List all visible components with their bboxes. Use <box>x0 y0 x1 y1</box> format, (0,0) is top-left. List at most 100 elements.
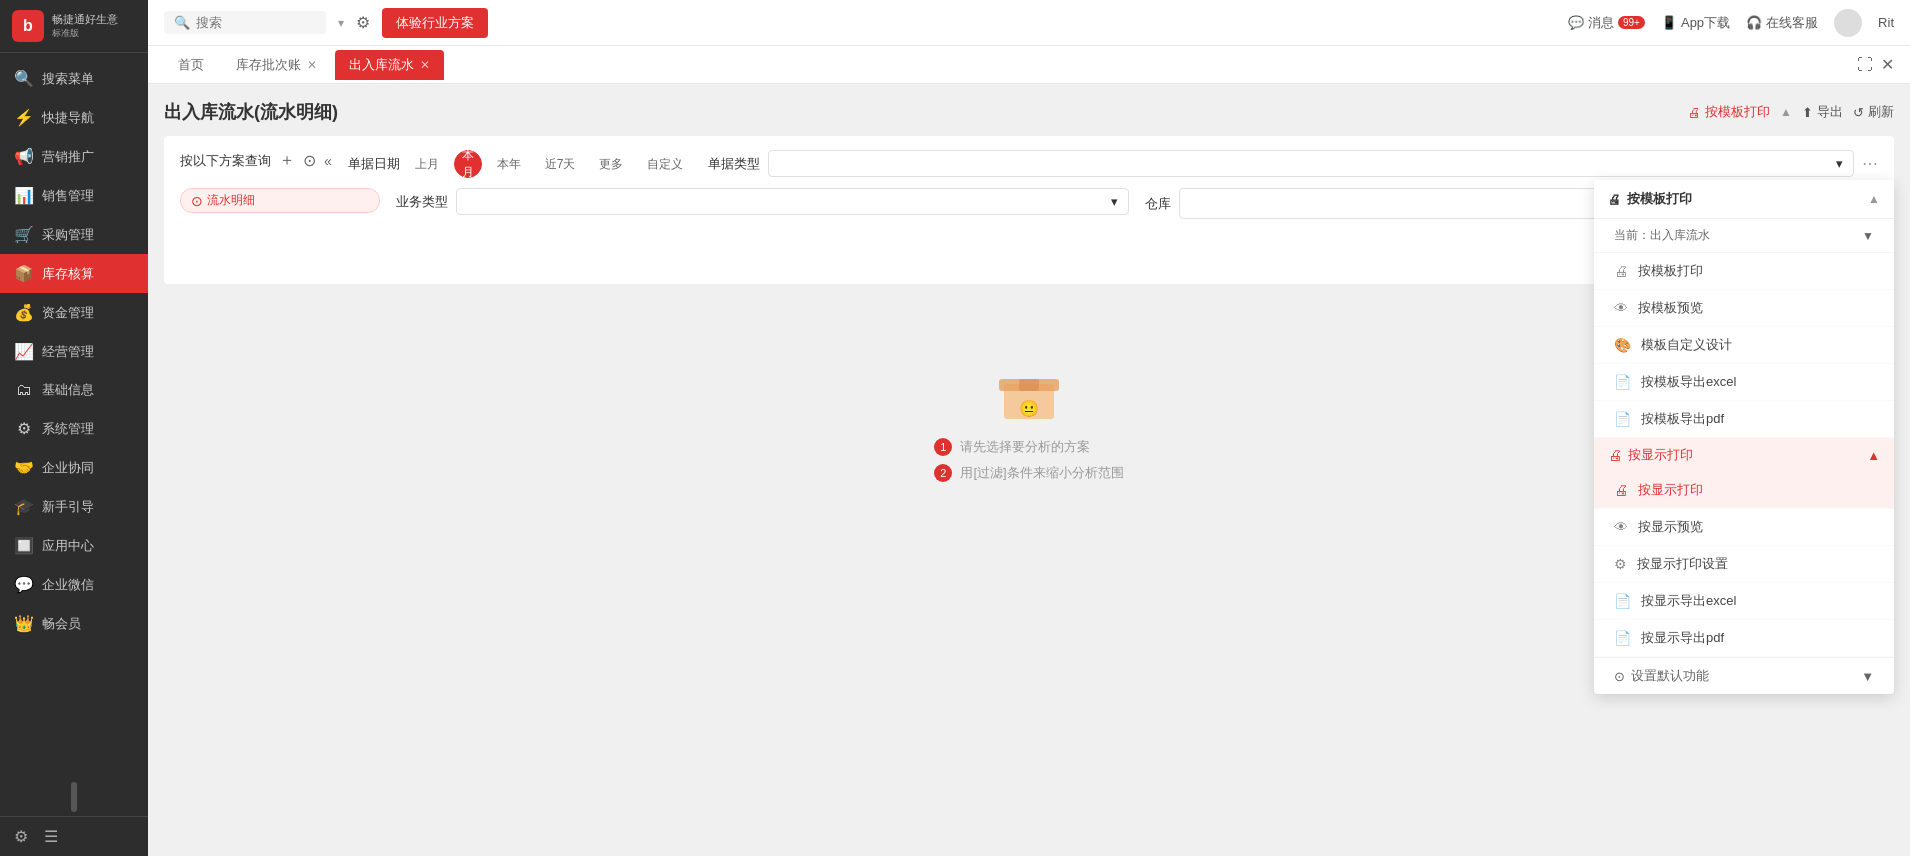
sidebar-guide-icon: 🎓 <box>14 497 34 516</box>
sidebar-item-inventory[interactable]: 📦 库存核算 <box>0 254 148 293</box>
dp-item-template-excel[interactable]: 📄 按模板导出excel <box>1594 364 1894 401</box>
export-icon: ⬆ <box>1802 105 1813 120</box>
dp-section-icon: 🖨 <box>1608 447 1622 463</box>
dp-item-template-custom[interactable]: 🎨 模板自定义设计 <box>1594 327 1894 364</box>
filter-collapse-icon[interactable]: « <box>324 153 332 169</box>
sidebar-item-wechat[interactable]: 💬 企业微信 <box>0 565 148 604</box>
dp-item-display-print[interactable]: 🖨 按显示打印 <box>1594 472 1894 509</box>
app-download-btn[interactable]: 📱 App下载 <box>1661 14 1730 32</box>
sidebar-settings-icon[interactable]: ⚙ <box>14 827 28 846</box>
filter-settings-icon[interactable]: ⊙ <box>303 151 316 170</box>
header-right: 💬 消息 99+ 📱 App下载 🎧 在线客服 Rit <box>1568 9 1894 37</box>
sidebar-basic-label: 基础信息 <box>42 381 94 399</box>
tab-batch-close[interactable]: ✕ <box>307 58 317 72</box>
search-input[interactable] <box>196 15 316 30</box>
export-btn[interactable]: ⬆ 导出 <box>1802 103 1843 121</box>
sidebar-item-vip[interactable]: 👑 畅会员 <box>0 604 148 643</box>
dp-item-display-excel[interactable]: 📄 按显示导出excel <box>1594 583 1894 620</box>
tab-close-all-icon[interactable]: ✕ <box>1881 55 1894 74</box>
warehouse-label: 仓库 <box>1145 195 1171 213</box>
online-service-btn[interactable]: 🎧 在线客服 <box>1746 14 1818 32</box>
sidebar-item-basic[interactable]: 🗂 基础信息 <box>0 371 148 409</box>
sidebar-item-collab[interactable]: 🤝 企业协同 <box>0 448 148 487</box>
refresh-btn[interactable]: ↺ 刷新 <box>1853 103 1894 121</box>
sidebar-item-finance[interactable]: 💰 资金管理 <box>0 293 148 332</box>
tab-flow[interactable]: 出入库流水 ✕ <box>335 50 444 80</box>
sidebar-search-icon: 🔍 <box>14 69 34 88</box>
sidebar-item-search[interactable]: 🔍 搜索菜单 <box>0 59 148 98</box>
dp-current-chevron[interactable]: ▼ <box>1862 229 1874 243</box>
avatar[interactable] <box>1834 9 1862 37</box>
dp-footer[interactable]: ⊙ 设置默认功能 ▼ <box>1594 657 1894 694</box>
biz-type-select[interactable]: ▾ <box>456 188 1129 215</box>
sidebar-search-label: 搜索菜单 <box>42 70 94 88</box>
voucher-type-more[interactable]: ⋯ <box>1862 154 1878 173</box>
dp-template-custom-icon: 🎨 <box>1614 337 1631 353</box>
message-btn[interactable]: 💬 消息 99+ <box>1568 14 1645 32</box>
date-btn-more[interactable]: 更多 <box>590 152 632 177</box>
username-label[interactable]: Rit <box>1878 15 1894 30</box>
voucher-type-filter: 单据类型 ▾ ⋯ <box>708 150 1878 177</box>
sidebar-scrollbar[interactable] <box>71 782 77 812</box>
sidebar-system-label: 系统管理 <box>42 420 94 438</box>
sidebar-inventory-label: 库存核算 <box>42 265 94 283</box>
tab-flow-close[interactable]: ✕ <box>420 58 430 72</box>
tab-expand-icon[interactable]: ⛶ <box>1857 56 1873 74</box>
header-gear-icon[interactable]: ⚙ <box>356 13 370 32</box>
tab-batch[interactable]: 库存批次账 ✕ <box>222 50 331 80</box>
logo-symbol: b <box>23 17 33 35</box>
dp-item-template-pdf[interactable]: 📄 按模板导出pdf <box>1594 401 1894 438</box>
sidebar-item-system[interactable]: ⚙ 系统管理 <box>0 409 148 448</box>
tab-home-label: 首页 <box>178 56 204 74</box>
sidebar-sales-icon: 📊 <box>14 186 34 205</box>
sidebar-item-shortcut[interactable]: ⚡ 快捷导航 <box>0 98 148 137</box>
sidebar-inventory-icon: 📦 <box>14 264 34 283</box>
sidebar-item-purchase[interactable]: 🛒 采购管理 <box>0 215 148 254</box>
date-btn-this-month[interactable]: 本月 <box>454 150 482 178</box>
header-search-box[interactable]: 🔍 <box>164 11 326 34</box>
voucher-type-select[interactable]: ▾ <box>768 150 1854 177</box>
printer-icon: 🖨 <box>1688 105 1701 120</box>
tab-home[interactable]: 首页 <box>164 50 218 80</box>
page-title: 出入库流水(流水明细) <box>164 100 338 124</box>
date-btn-custom[interactable]: 自定义 <box>638 152 692 177</box>
biz-type-chevron: ▾ <box>1111 194 1118 209</box>
search-chevron-icon[interactable]: ▾ <box>338 16 344 30</box>
sidebar-footer: ⚙ ☰ <box>0 816 148 856</box>
sidebar-operation-label: 经营管理 <box>42 343 94 361</box>
sidebar-item-apps[interactable]: 🔲 应用中心 <box>0 526 148 565</box>
dp-template-excel-icon: 📄 <box>1614 374 1631 390</box>
filter-add-icon[interactable]: ＋ <box>279 150 295 171</box>
dp-section-header[interactable]: 🖨 按显示打印 ▲ <box>1594 438 1894 472</box>
sidebar-item-operation[interactable]: 📈 经营管理 <box>0 332 148 371</box>
app-download-icon: 📱 <box>1661 15 1677 30</box>
sidebar-apps-icon: 🔲 <box>14 536 34 555</box>
page-title-bar: 出入库流水(流水明细) 🖨 按模板打印 ▲ ⬆ 导出 ↺ 刷新 <box>164 100 1894 124</box>
dp-item-display-preview[interactable]: 👁 按显示预览 <box>1594 509 1894 546</box>
dp-current-label: 当前：出入库流水 ▼ <box>1594 219 1894 253</box>
sidebar-menu-icon[interactable]: ☰ <box>44 827 58 846</box>
sidebar-vip-label: 畅会员 <box>42 615 81 633</box>
trial-btn[interactable]: 体验行业方案 <box>382 8 488 38</box>
date-btn-7days[interactable]: 近7天 <box>536 152 585 177</box>
sidebar-item-sales[interactable]: 📊 销售管理 <box>0 176 148 215</box>
sidebar-wechat-icon: 💬 <box>14 575 34 594</box>
dp-item-display-settings[interactable]: ⚙ 按显示打印设置 <box>1594 546 1894 583</box>
dp-item-template-preview[interactable]: 👁 按模板预览 <box>1594 290 1894 327</box>
app-name: 畅捷通好生意 <box>52 12 118 26</box>
dp-template-preview-icon: 👁 <box>1614 300 1628 316</box>
dp-item-display-pdf[interactable]: 📄 按显示导出pdf <box>1594 620 1894 657</box>
template-print-btn[interactable]: 🖨 按模板打印 <box>1688 103 1770 121</box>
page-content: 出入库流水(流水明细) 🖨 按模板打印 ▲ ⬆ 导出 ↺ 刷新 <box>148 84 1910 856</box>
filter-tag-flow[interactable]: ⊙ 流水明细 <box>180 188 380 213</box>
dp-close-chevron[interactable]: ▲ <box>1868 192 1880 206</box>
date-btn-last-month[interactable]: 上月 <box>406 152 448 177</box>
date-btn-this-year[interactable]: 本年 <box>488 152 530 177</box>
filter-main-label: 按以下方案查询 <box>180 152 271 170</box>
dp-header: 🖨 按模板打印 ▲ <box>1594 180 1894 219</box>
template-print-chevron[interactable]: ▲ <box>1780 105 1792 119</box>
sidebar-item-guide[interactable]: 🎓 新手引导 <box>0 487 148 526</box>
dp-item-template-print[interactable]: 🖨 按模板打印 <box>1594 253 1894 290</box>
sidebar-item-marketing[interactable]: 📢 营销推广 <box>0 137 148 176</box>
empty-step-1: 1 请先选择要分析的方案 <box>934 434 1123 460</box>
